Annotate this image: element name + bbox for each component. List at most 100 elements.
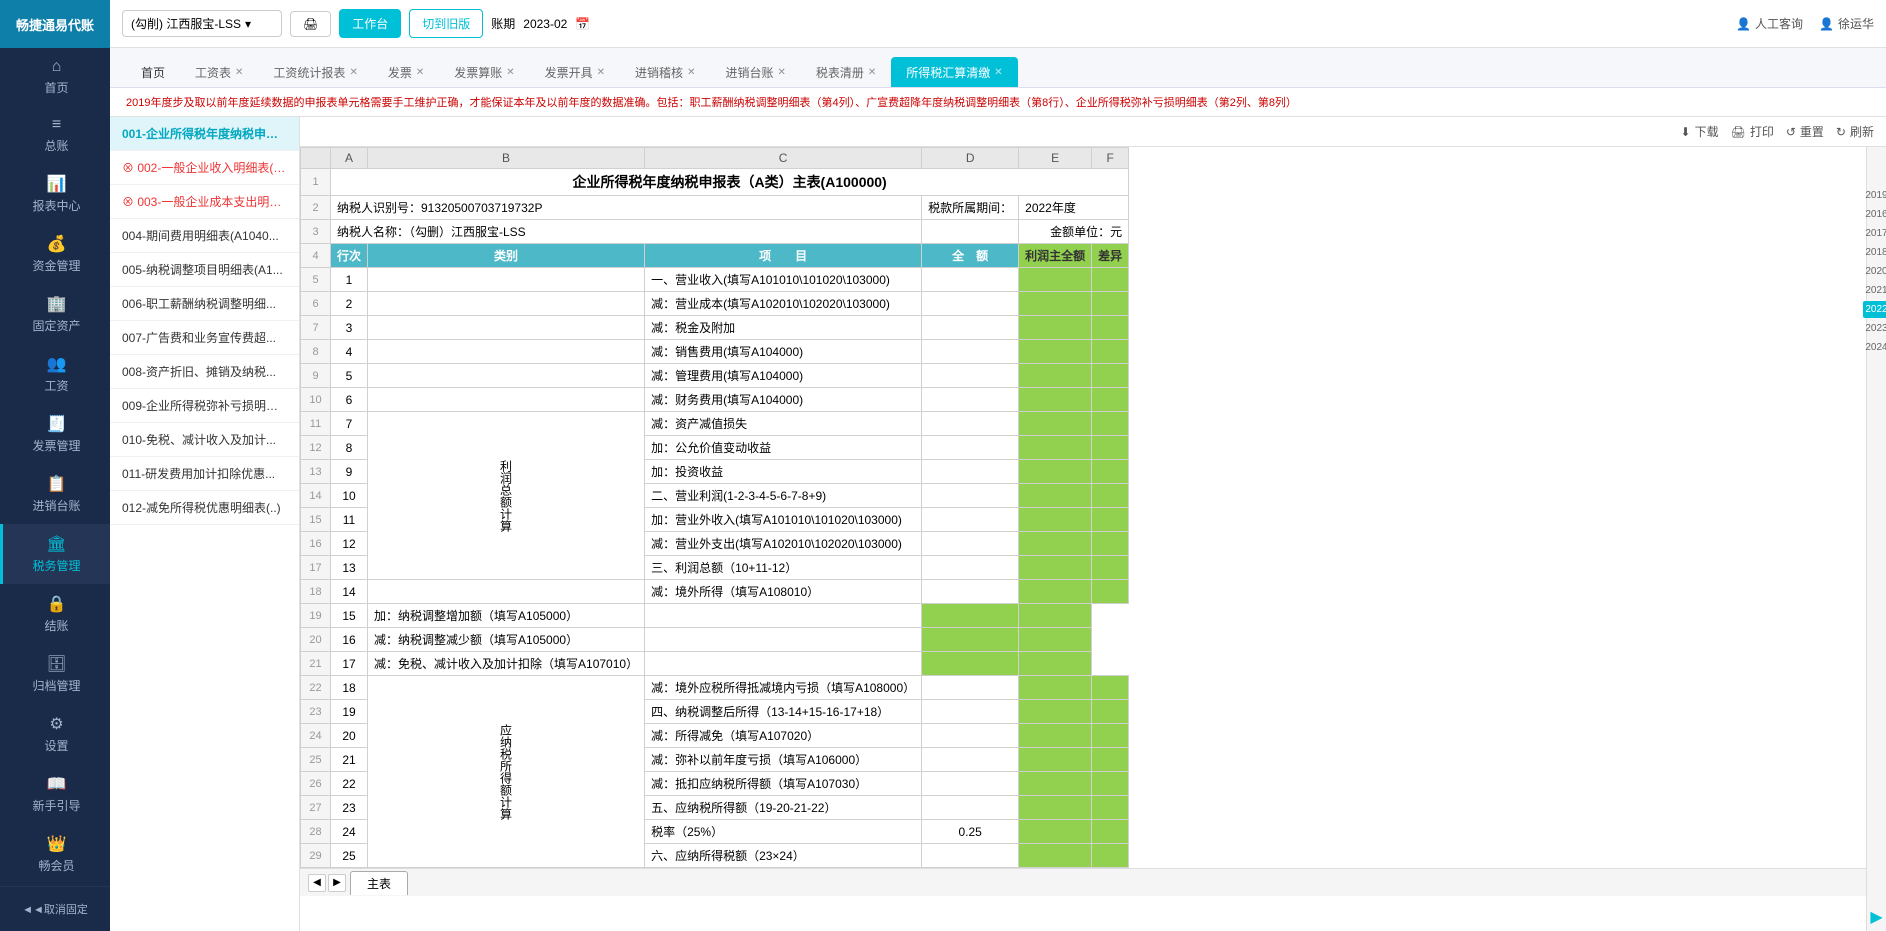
val-e[interactable] bbox=[1019, 484, 1092, 508]
tab-close-4[interactable]: ✕ bbox=[506, 67, 514, 78]
nav-tab-2[interactable]: 工资统计报表✕ bbox=[258, 57, 372, 87]
val-d[interactable] bbox=[922, 460, 1019, 484]
val-e[interactable] bbox=[1019, 316, 1092, 340]
val-e[interactable] bbox=[1019, 508, 1092, 532]
left-panel-item-012[interactable]: 012-减免所得税优惠明细表(..) bbox=[110, 491, 299, 525]
refresh-button[interactable]: ↻ 刷新 bbox=[1836, 123, 1874, 140]
download-button[interactable]: ⬇ 下载 bbox=[1681, 123, 1719, 140]
val-d[interactable] bbox=[922, 796, 1019, 820]
left-panel-item-005[interactable]: 005-纳税调整项目明细表(A1... bbox=[110, 253, 299, 287]
sidebar-item-guide[interactable]: 📖新手引导 bbox=[0, 764, 110, 824]
sidebar-item-purchase[interactable]: 📋进销台账 bbox=[0, 464, 110, 524]
val-e[interactable] bbox=[1019, 820, 1092, 844]
year-label-2024[interactable]: 2024 bbox=[1863, 339, 1886, 356]
val-f[interactable] bbox=[1092, 364, 1129, 388]
val-e[interactable] bbox=[1019, 460, 1092, 484]
val-f[interactable] bbox=[1092, 292, 1129, 316]
left-panel-item-009[interactable]: 009-企业所得税弥补亏损明细... bbox=[110, 389, 299, 423]
sidebar-item-member[interactable]: 👑畅会员 bbox=[0, 824, 110, 884]
sidebar-item-capital[interactable]: 💰资金管理 bbox=[0, 224, 110, 284]
val-e[interactable] bbox=[1019, 364, 1092, 388]
nav-tab-6[interactable]: 进销稽核✕ bbox=[620, 57, 710, 87]
sheet-nav-right[interactable]: ▶ bbox=[328, 874, 346, 892]
val-d[interactable] bbox=[922, 268, 1019, 292]
val-e[interactable] bbox=[1019, 700, 1092, 724]
left-panel-item-004[interactable]: 004-期间费用明细表(A1040... bbox=[110, 219, 299, 253]
val-d[interactable] bbox=[922, 436, 1019, 460]
expand-icon[interactable]: ▶ bbox=[1866, 903, 1886, 931]
val-d[interactable] bbox=[922, 724, 1019, 748]
val-f[interactable] bbox=[1092, 748, 1129, 772]
val-f[interactable] bbox=[1092, 700, 1129, 724]
nav-tab-7[interactable]: 进销台账✕ bbox=[710, 57, 800, 87]
val-d[interactable] bbox=[922, 844, 1019, 868]
sidebar-item-archive[interactable]: 🗄归档管理 bbox=[0, 644, 110, 704]
sidebar-item-settings[interactable]: ⚙设置 bbox=[0, 704, 110, 764]
val-d[interactable] bbox=[645, 604, 922, 628]
sidebar-item-report[interactable]: 📊报表中心 bbox=[0, 164, 110, 224]
val-f[interactable] bbox=[1092, 460, 1129, 484]
val-d[interactable] bbox=[922, 388, 1019, 412]
val-f[interactable] bbox=[1092, 532, 1129, 556]
val-e[interactable] bbox=[922, 604, 1019, 628]
nav-tab-1[interactable]: 工资表✕ bbox=[180, 57, 258, 87]
val-f[interactable] bbox=[1092, 772, 1129, 796]
left-panel-item-001[interactable]: 001-企业所得税年度纳税申报... bbox=[110, 117, 299, 151]
val-f[interactable] bbox=[1092, 268, 1129, 292]
sheet-tab-主表[interactable]: 主表 bbox=[350, 871, 408, 895]
val-f[interactable] bbox=[1092, 676, 1129, 700]
nav-tab-9[interactable]: 所得税汇算清缴✕ bbox=[891, 57, 1017, 87]
val-e[interactable] bbox=[1019, 412, 1092, 436]
val-f[interactable] bbox=[1092, 724, 1129, 748]
year-label-2020[interactable]: 2020 bbox=[1863, 263, 1886, 280]
val-f[interactable] bbox=[1092, 556, 1129, 580]
sidebar-item-closing[interactable]: 🔒结账 bbox=[0, 584, 110, 644]
val-e[interactable] bbox=[1019, 580, 1092, 604]
val-e[interactable] bbox=[1019, 436, 1092, 460]
left-panel-item-008[interactable]: 008-资产折旧、摊销及纳税... bbox=[110, 355, 299, 389]
val-e[interactable] bbox=[1019, 556, 1092, 580]
val-d[interactable] bbox=[922, 364, 1019, 388]
val-d[interactable]: 0.25 bbox=[922, 820, 1019, 844]
year-label-2022[interactable]: 2022 bbox=[1863, 301, 1886, 318]
val-f[interactable] bbox=[1092, 484, 1129, 508]
val-e[interactable] bbox=[1019, 844, 1092, 868]
val-d[interactable] bbox=[922, 700, 1019, 724]
sidebar-item-assets[interactable]: 🏢固定资产 bbox=[0, 284, 110, 344]
sidebar-item-payroll[interactable]: 👥工资 bbox=[0, 344, 110, 404]
val-e[interactable] bbox=[1019, 724, 1092, 748]
val-d[interactable] bbox=[922, 484, 1019, 508]
left-panel-item-007[interactable]: 007-广告费和业务宣传费超... bbox=[110, 321, 299, 355]
year-label-2016[interactable]: 2016 bbox=[1863, 206, 1886, 223]
year-label-2021[interactable]: 2021 bbox=[1863, 282, 1886, 299]
val-f[interactable] bbox=[1092, 316, 1129, 340]
sidebar-item-invoice[interactable]: 🧾发票管理 bbox=[0, 404, 110, 464]
year-label-2019[interactable]: 2019 bbox=[1863, 187, 1886, 204]
val-e[interactable] bbox=[1019, 532, 1092, 556]
val-f[interactable] bbox=[1092, 340, 1129, 364]
support-button[interactable]: 👤 人工客询 bbox=[1736, 15, 1803, 32]
tab-close-8[interactable]: ✕ bbox=[868, 67, 876, 78]
left-panel-item-010[interactable]: 010-免税、减计收入及加计... bbox=[110, 423, 299, 457]
tab-close-3[interactable]: ✕ bbox=[416, 67, 424, 78]
val-d[interactable] bbox=[922, 508, 1019, 532]
nav-tab-8[interactable]: 税表清册✕ bbox=[801, 57, 891, 87]
val-f[interactable] bbox=[1092, 844, 1129, 868]
val-f[interactable] bbox=[1092, 820, 1129, 844]
nav-tab-5[interactable]: 发票开具✕ bbox=[530, 57, 620, 87]
tab-close-6[interactable]: ✕ bbox=[687, 67, 695, 78]
val-e[interactable] bbox=[1019, 292, 1092, 316]
val-f[interactable] bbox=[1092, 796, 1129, 820]
left-panel-item-011[interactable]: 011-研发费用加计扣除优惠... bbox=[110, 457, 299, 491]
val-d[interactable] bbox=[922, 748, 1019, 772]
val-f[interactable] bbox=[1092, 508, 1129, 532]
tab-close-1[interactable]: ✕ bbox=[235, 67, 243, 78]
left-panel-item-006[interactable]: 006-职工薪酬纳税调整明细... bbox=[110, 287, 299, 321]
val-e[interactable] bbox=[1019, 388, 1092, 412]
val-f[interactable] bbox=[1092, 388, 1129, 412]
val-e[interactable] bbox=[1019, 340, 1092, 364]
val-d[interactable] bbox=[922, 580, 1019, 604]
val-d[interactable] bbox=[922, 316, 1019, 340]
reset-button[interactable]: ↺ 重置 bbox=[1786, 123, 1824, 140]
val-f[interactable] bbox=[1019, 652, 1092, 676]
